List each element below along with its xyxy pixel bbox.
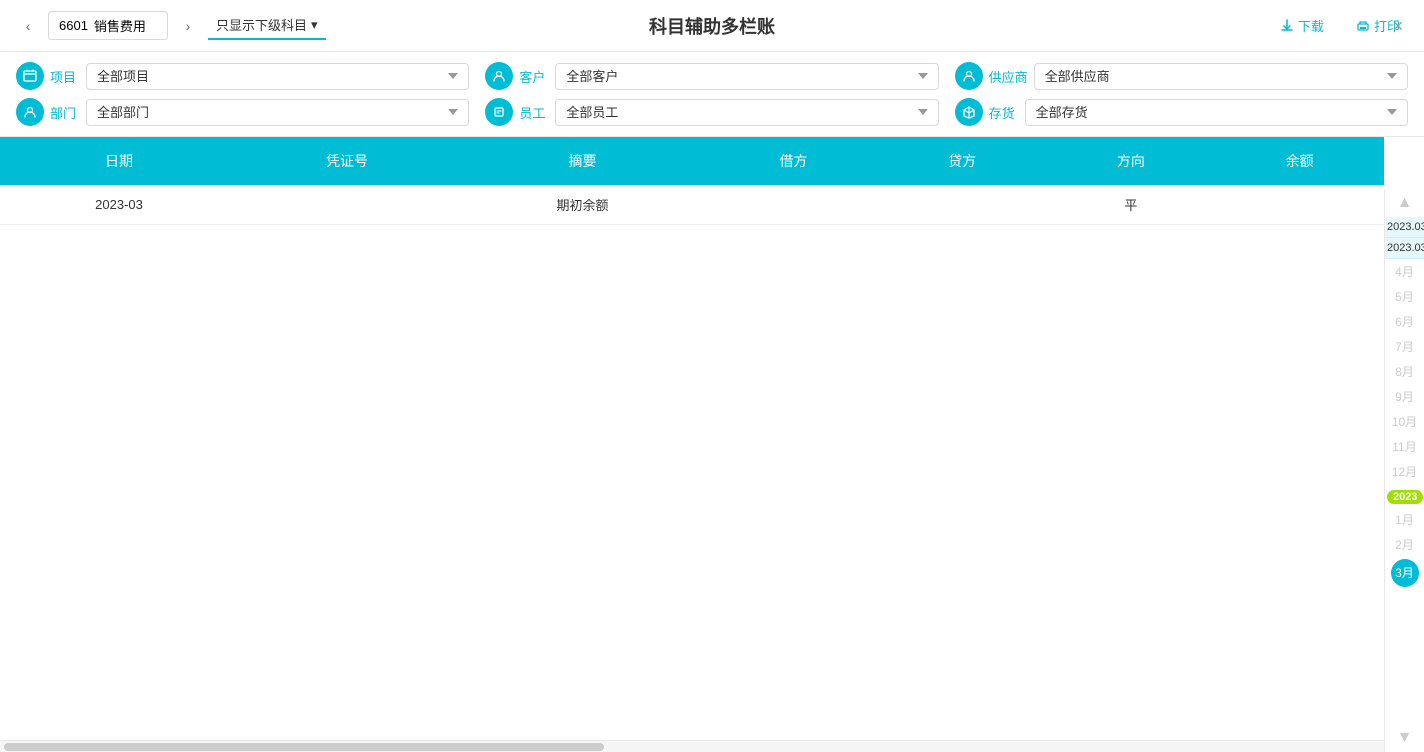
- customer-select[interactable]: 全部客户: [555, 63, 938, 90]
- title-bar: ‹ 6601 销售费用 › 只显示下级科目 ▾ 科目辅助多栏账 下载: [0, 0, 1424, 52]
- cell-direction: 平: [1047, 185, 1216, 225]
- timeline-item-4[interactable]: 4月: [1385, 259, 1424, 284]
- department-select[interactable]: 全部部门: [86, 99, 469, 126]
- timeline-item-2023-03-1[interactable]: 2023.03: [1385, 217, 1424, 238]
- inventory-icon: [955, 98, 983, 126]
- cell-summary: 期初余额: [456, 185, 709, 225]
- timeline-item-1[interactable]: 1月: [1385, 507, 1424, 532]
- timeline-item-3-active[interactable]: 3月: [1385, 557, 1424, 589]
- main-window: × ‹ 6601 销售费用 › 只显示下级科目 ▾ 科目辅助多栏账 下载: [0, 0, 1424, 752]
- department-icon: [16, 98, 44, 126]
- timeline-item-7[interactable]: 7月: [1385, 334, 1424, 359]
- cell-balance: [1215, 185, 1384, 225]
- print-icon: [1356, 19, 1370, 33]
- customer-icon: [485, 62, 513, 90]
- timeline-up-button[interactable]: ▲: [1391, 189, 1419, 217]
- inventory-select[interactable]: 全部存货: [1025, 99, 1408, 126]
- timeline-item-6[interactable]: 6月: [1385, 309, 1424, 334]
- col-debit: 借方: [709, 137, 878, 185]
- filter-row-2: 部门 全部部门 员工 全部员工: [16, 98, 1408, 126]
- department-label: 部门: [50, 103, 80, 122]
- timeline-item-9[interactable]: 9月: [1385, 384, 1424, 409]
- cell-debit: [709, 185, 878, 225]
- download-button[interactable]: 下载: [1272, 12, 1332, 39]
- col-date: 日期: [0, 137, 238, 185]
- col-direction: 方向: [1047, 137, 1216, 185]
- filter-inventory: 存货 全部存货: [955, 98, 1408, 126]
- supplier-icon: [955, 62, 983, 90]
- employee-icon: [485, 98, 513, 126]
- table-container: 日期 凭证号 摘要 借方 贷方 方向 余额 2023-03 期初余额: [0, 137, 1384, 740]
- project-select[interactable]: 全部项目: [86, 63, 469, 90]
- timeline-down-button[interactable]: ▼: [1391, 724, 1419, 752]
- download-label: 下载: [1298, 16, 1324, 35]
- filter-row-1: 项目 全部项目 客户 全部客户: [16, 62, 1408, 90]
- filter-project: 项目 全部项目: [16, 62, 469, 90]
- timeline-item-11[interactable]: 11月: [1385, 434, 1424, 459]
- supplier-label: 供应商: [989, 67, 1028, 86]
- customer-label: 客户: [519, 67, 549, 86]
- filter-sublevel-label: 只显示下级科目: [216, 15, 307, 34]
- scrollbar-thumb[interactable]: [4, 743, 604, 751]
- close-button[interactable]: ×: [1384, 12, 1412, 40]
- cell-credit: [878, 185, 1047, 225]
- timeline-panel: ▲ 2023.03 2023.03 4月 5月 6月 7月 8月 9月 10月 …: [1384, 189, 1424, 752]
- project-label: 项目: [50, 67, 80, 86]
- table-header-row: 日期 凭证号 摘要 借方 贷方 方向 余额: [0, 137, 1384, 185]
- nav-next-button[interactable]: ›: [176, 14, 200, 38]
- timeline-year-badge[interactable]: 2023: [1385, 484, 1424, 507]
- col-credit: 贷方: [878, 137, 1047, 185]
- download-icon: [1280, 19, 1294, 33]
- table-row[interactable]: 2023-03 期初余额 平: [0, 185, 1384, 225]
- cell-voucher: [238, 185, 456, 225]
- account-code: 6601: [59, 18, 88, 33]
- filter-department: 部门 全部部门: [16, 98, 469, 126]
- account-name: 销售费用: [94, 16, 146, 35]
- project-icon: [16, 62, 44, 90]
- account-code-box: 6601 销售费用: [48, 11, 168, 40]
- timeline-item-10[interactable]: 10月: [1385, 409, 1424, 434]
- horizontal-scrollbar[interactable]: [0, 740, 1384, 752]
- col-balance: 余额: [1215, 137, 1384, 185]
- col-summary: 摘要: [456, 137, 709, 185]
- inventory-label: 存货: [989, 103, 1019, 122]
- timeline-item-2[interactable]: 2月: [1385, 532, 1424, 557]
- timeline-item-5[interactable]: 5月: [1385, 284, 1424, 309]
- employee-select[interactable]: 全部员工: [555, 99, 938, 126]
- filter-supplier: 供应商 全部供应商: [955, 62, 1408, 90]
- title-left: ‹ 6601 销售费用 › 只显示下级科目 ▾: [16, 11, 326, 40]
- col-voucher: 凭证号: [238, 137, 456, 185]
- ledger-table: 日期 凭证号 摘要 借方 贷方 方向 余额 2023-03 期初余额: [0, 137, 1384, 225]
- filter-sublevel-button[interactable]: 只显示下级科目 ▾: [208, 11, 326, 40]
- filter-employee: 员工 全部员工: [485, 98, 938, 126]
- filter-customer: 客户 全部客户: [485, 62, 938, 90]
- timeline-item-12[interactable]: 12月: [1385, 459, 1424, 484]
- employee-label: 员工: [519, 103, 549, 122]
- timeline-items: 2023.03 2023.03 4月 5月 6月 7月 8月 9月 10月 11…: [1385, 217, 1424, 724]
- cell-date: 2023-03: [0, 185, 238, 225]
- page-title: 科目辅助多栏账: [649, 13, 775, 39]
- chevron-down-icon: ▾: [311, 17, 318, 33]
- supplier-select[interactable]: 全部供应商: [1034, 63, 1408, 90]
- timeline-item-2023-03-2[interactable]: 2023.03: [1385, 238, 1424, 259]
- timeline-item-8[interactable]: 8月: [1385, 359, 1424, 384]
- nav-prev-button[interactable]: ‹: [16, 14, 40, 38]
- filter-area: 项目 全部项目 客户 全部客户: [0, 52, 1424, 137]
